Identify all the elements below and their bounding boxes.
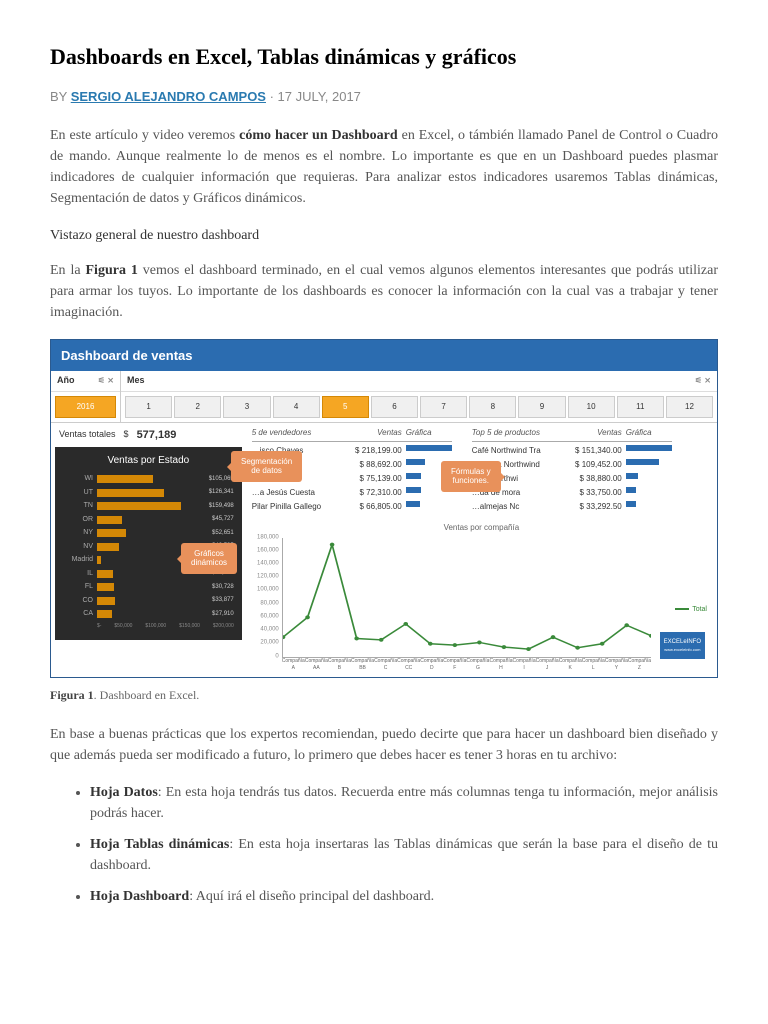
table-row: Cerveza Northwind$ 109,452.00: [472, 458, 672, 472]
slicer-month-item[interactable]: 1: [125, 396, 172, 418]
slicer-month-item[interactable]: 8: [469, 396, 516, 418]
post-date: 17 JULY, 2017: [278, 89, 361, 104]
byline-prefix: BY: [50, 89, 71, 104]
estado-bar-row: NY$52,651: [63, 528, 234, 539]
slicer-month: Mes⚟ ⨯ 123456789101112: [121, 371, 717, 422]
line-chart: 020,00040,00060,00080,000100,000120,0001…: [282, 538, 651, 658]
slicer-month-label: Mes: [127, 374, 145, 388]
table-row: Café Northwind Tra$ 151,340.00: [472, 444, 672, 458]
line-chart-title: Ventas por compañía: [252, 522, 711, 534]
dashboard-body: Ventas totales $ 577,189 Ventas por Esta…: [51, 423, 717, 677]
slicers-row: Año⚟ ⨯ 2016 Mes⚟ ⨯ 123456789101112: [51, 371, 717, 423]
totals-currency: $: [124, 428, 129, 442]
estado-bar-row: CO$33,877: [63, 596, 234, 607]
byline: BY SERGIO ALEJANDRO CAMPOS · 17 JULY, 20…: [50, 87, 718, 107]
slicer-month-item[interactable]: 5: [322, 396, 369, 418]
callout-segmentacion: Segmentaciónde datos: [231, 451, 302, 482]
slicer-month-item[interactable]: 4: [273, 396, 320, 418]
estado-title: Ventas por Estado: [63, 453, 234, 468]
table-row: …da de mora$ 33,750.00: [472, 486, 672, 500]
author-link[interactable]: SERGIO ALEJANDRO CAMPOS: [71, 89, 266, 104]
list-item: Hoja Dashboard: Aquí irá el diseño princ…: [90, 886, 718, 907]
slicer-year-item[interactable]: 2016: [55, 396, 116, 418]
slicer-month-item[interactable]: 11: [617, 396, 664, 418]
section-heading: Vistazo general de nuestro dashboard: [50, 225, 718, 246]
estado-bar-row: CA$27,910: [63, 609, 234, 620]
estado-bar-row: TN$159,498: [63, 501, 234, 512]
estado-bar-row: FL$30,728: [63, 582, 234, 593]
totals-row: Ventas totales $ 577,189: [51, 423, 246, 448]
totals-value: 577,189: [137, 427, 177, 444]
estado-bar-row: WI$105,065: [63, 474, 234, 485]
list-item: Hoja Datos: En esta hoja tendrás tus dat…: [90, 782, 718, 824]
brand-badge: EXCELeINFO www.exceleinfo.com: [660, 632, 705, 659]
line-legend: Total: [675, 605, 707, 616]
intro-paragraph: En este artículo y video veremos cómo ha…: [50, 125, 718, 209]
callout-formulas: Fórmulas yfunciones.: [441, 461, 501, 492]
estado-bar-row: OR$45,727: [63, 515, 234, 526]
paragraph-3: En base a buenas prácticas que los exper…: [50, 724, 718, 766]
page-title: Dashboards en Excel, Tablas dinámicas y …: [50, 40, 718, 73]
slicer-month-item[interactable]: 6: [371, 396, 418, 418]
callout-graficos: Gráficosdinámicos: [181, 543, 237, 574]
list-item: Hoja Tablas dinámicas: En esta hoja inse…: [90, 834, 718, 876]
dashboard-title: Dashboard de ventas: [51, 340, 717, 372]
slicer-month-item[interactable]: 9: [518, 396, 565, 418]
estado-bar-row: UT$126,341: [63, 488, 234, 499]
figure-caption: Figura 1. Dashboard en Excel.: [50, 686, 718, 704]
slicer-month-item[interactable]: 12: [666, 396, 713, 418]
dashboard-figure: Dashboard de ventas Año ⚟ ⨯ 2016 Mes ⚟ ⨯ 1…: [50, 339, 718, 678]
byline-sep: ·: [266, 89, 278, 104]
table-row: …almejas Nc$ 33,292.50: [472, 500, 672, 514]
slicer-month-item[interactable]: 3: [223, 396, 270, 418]
table-row: …a Jesús Cuesta$ 72,310.00: [252, 486, 452, 500]
paragraph-2: En la Figura 1 vemos el dashboard termin…: [50, 260, 718, 323]
slicer-month-item[interactable]: 7: [420, 396, 467, 418]
table-row: Pilar Pinilla Gallego$ 66,805.00: [252, 500, 452, 514]
slicer-month-item[interactable]: 2: [174, 396, 221, 418]
totals-label: Ventas totales: [59, 428, 116, 442]
slicer-filter-icon[interactable]: ⚟ ⨯: [98, 375, 114, 387]
slicer-year-label: Año: [57, 374, 75, 388]
slicer-month-item[interactable]: 10: [568, 396, 615, 418]
slicer-year: Año ⚟ ⨯ 2016: [51, 371, 121, 422]
bullet-list: Hoja Datos: En esta hoja tendrás tus dat…: [90, 782, 718, 907]
slicer-filter-icon[interactable]: ⚟ ⨯: [695, 375, 711, 387]
